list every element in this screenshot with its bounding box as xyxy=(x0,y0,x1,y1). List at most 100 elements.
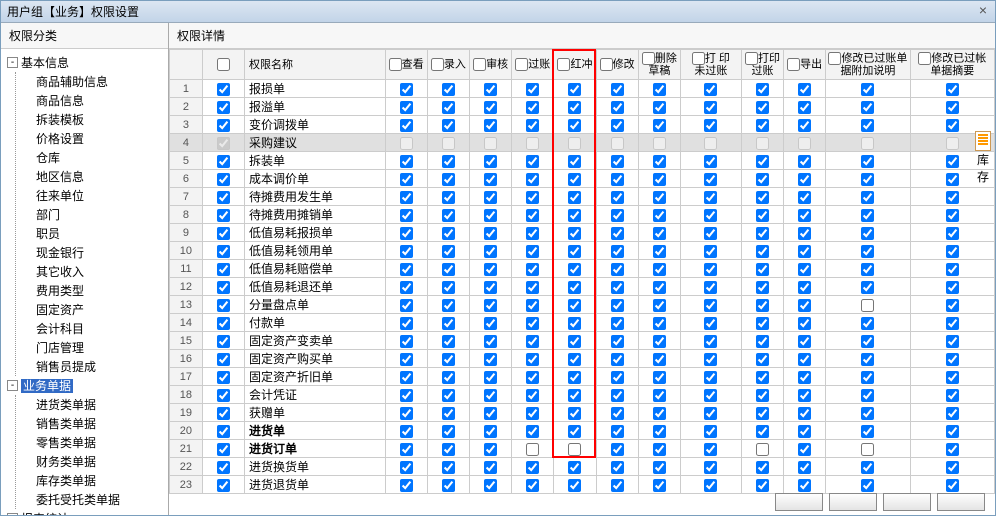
perm-checkbox[interactable] xyxy=(568,245,581,258)
perm-checkbox[interactable] xyxy=(798,479,811,492)
perm-checkbox[interactable] xyxy=(653,299,666,312)
perm-checkbox[interactable] xyxy=(798,191,811,204)
perm-checkbox[interactable] xyxy=(861,83,874,96)
perm-checkbox[interactable] xyxy=(653,317,666,330)
header-checkbox[interactable] xyxy=(600,58,613,71)
perm-checkbox[interactable] xyxy=(526,263,539,276)
perm-checkbox[interactable] xyxy=(653,173,666,186)
table-row[interactable]: 22进货换货单 xyxy=(170,458,995,476)
perm-checkbox[interactable] xyxy=(798,335,811,348)
perm-checkbox[interactable] xyxy=(611,83,624,96)
tree-node[interactable]: 商品辅助信息 xyxy=(16,72,168,91)
perm-checkbox[interactable] xyxy=(861,227,874,240)
perm-checkbox[interactable] xyxy=(861,155,874,168)
perm-checkbox[interactable] xyxy=(798,371,811,384)
tree-node[interactable]: 拆装模板 xyxy=(16,110,168,129)
perm-checkbox[interactable] xyxy=(798,281,811,294)
perm-checkbox[interactable] xyxy=(217,245,230,258)
tree-node[interactable]: 地区信息 xyxy=(16,167,168,186)
perm-checkbox[interactable] xyxy=(526,83,539,96)
perm-checkbox[interactable] xyxy=(861,209,874,222)
perm-checkbox[interactable] xyxy=(756,101,769,114)
perm-checkbox[interactable] xyxy=(442,299,455,312)
perm-checkbox[interactable] xyxy=(217,443,230,456)
perm-checkbox[interactable] xyxy=(798,263,811,276)
perm-checkbox[interactable] xyxy=(526,479,539,492)
perm-checkbox[interactable] xyxy=(756,317,769,330)
perm-checkbox[interactable] xyxy=(653,209,666,222)
perm-checkbox[interactable] xyxy=(946,407,959,420)
header-checkbox[interactable] xyxy=(642,52,655,65)
perm-checkbox[interactable] xyxy=(568,83,581,96)
perm-checkbox[interactable] xyxy=(568,191,581,204)
perm-checkbox[interactable] xyxy=(484,389,497,402)
header-checkbox[interactable] xyxy=(431,58,444,71)
perm-checkbox[interactable] xyxy=(217,461,230,474)
perm-checkbox[interactable] xyxy=(653,371,666,384)
perm-checkbox[interactable] xyxy=(526,227,539,240)
perm-checkbox[interactable] xyxy=(704,209,717,222)
perm-checkbox[interactable] xyxy=(611,263,624,276)
table-row[interactable]: 2报溢单 xyxy=(170,98,995,116)
perm-checkbox[interactable] xyxy=(798,119,811,132)
perm-checkbox[interactable] xyxy=(611,353,624,366)
perm-checkbox[interactable] xyxy=(798,389,811,402)
perm-checkbox[interactable] xyxy=(756,83,769,96)
perm-checkbox[interactable] xyxy=(442,479,455,492)
perm-checkbox[interactable] xyxy=(442,425,455,438)
perm-checkbox[interactable] xyxy=(217,101,230,114)
tree-node[interactable]: 库存类单据 xyxy=(16,471,168,490)
perm-checkbox[interactable] xyxy=(442,173,455,186)
perm-checkbox[interactable] xyxy=(704,191,717,204)
header-checkbox[interactable] xyxy=(918,52,931,65)
perm-checkbox[interactable] xyxy=(442,119,455,132)
tree-node[interactable]: 其它收入 xyxy=(16,262,168,281)
perm-checkbox[interactable] xyxy=(217,281,230,294)
perm-checkbox[interactable] xyxy=(756,119,769,132)
perm-checkbox[interactable] xyxy=(400,479,413,492)
perm-checkbox[interactable] xyxy=(756,335,769,348)
perm-checkbox[interactable] xyxy=(568,461,581,474)
perm-checkbox[interactable] xyxy=(798,461,811,474)
tree-node-label[interactable]: 销售员提成 xyxy=(36,360,96,374)
perm-checkbox[interactable] xyxy=(946,101,959,114)
perm-checkbox[interactable] xyxy=(704,137,717,150)
permission-tree[interactable]: -基本信息商品辅助信息商品信息拆装模板价格设置仓库地区信息往来单位部门职员现金银… xyxy=(1,49,168,515)
table-row[interactable]: 1报损单 xyxy=(170,80,995,98)
tree-node-label[interactable]: 业务单据 xyxy=(21,379,73,393)
tree-toggle-icon[interactable]: + xyxy=(7,513,18,515)
close-icon[interactable]: × xyxy=(975,3,991,19)
perm-checkbox[interactable] xyxy=(946,209,959,222)
perm-checkbox[interactable] xyxy=(653,83,666,96)
perm-checkbox[interactable] xyxy=(484,191,497,204)
perm-checkbox[interactable] xyxy=(756,299,769,312)
perm-checkbox[interactable] xyxy=(798,299,811,312)
perm-checkbox[interactable] xyxy=(611,281,624,294)
perm-checkbox[interactable] xyxy=(798,227,811,240)
tree-node-label[interactable]: 地区信息 xyxy=(36,170,84,184)
perm-checkbox[interactable] xyxy=(442,137,455,150)
perm-checkbox[interactable] xyxy=(861,461,874,474)
perm-checkbox[interactable] xyxy=(217,371,230,384)
perm-checkbox[interactable] xyxy=(400,227,413,240)
perm-checkbox[interactable] xyxy=(861,101,874,114)
perm-checkbox[interactable] xyxy=(861,407,874,420)
perm-checkbox[interactable] xyxy=(400,425,413,438)
perm-checkbox[interactable] xyxy=(946,119,959,132)
perm-checkbox[interactable] xyxy=(653,281,666,294)
side-button[interactable]: 库存 xyxy=(973,131,993,185)
perm-checkbox[interactable] xyxy=(526,353,539,366)
perm-checkbox[interactable] xyxy=(400,443,413,456)
table-row[interactable]: 15固定资产变卖单 xyxy=(170,332,995,350)
tree-node[interactable]: 商品信息 xyxy=(16,91,168,110)
perm-checkbox[interactable] xyxy=(442,83,455,96)
perm-checkbox[interactable] xyxy=(442,281,455,294)
perm-checkbox[interactable] xyxy=(484,245,497,258)
perm-checkbox[interactable] xyxy=(611,443,624,456)
perm-checkbox[interactable] xyxy=(798,209,811,222)
tree-node[interactable]: 会计科目 xyxy=(16,319,168,338)
perm-checkbox[interactable] xyxy=(756,227,769,240)
perm-checkbox[interactable] xyxy=(946,335,959,348)
header-checkbox[interactable] xyxy=(389,58,402,71)
perm-checkbox[interactable] xyxy=(861,191,874,204)
